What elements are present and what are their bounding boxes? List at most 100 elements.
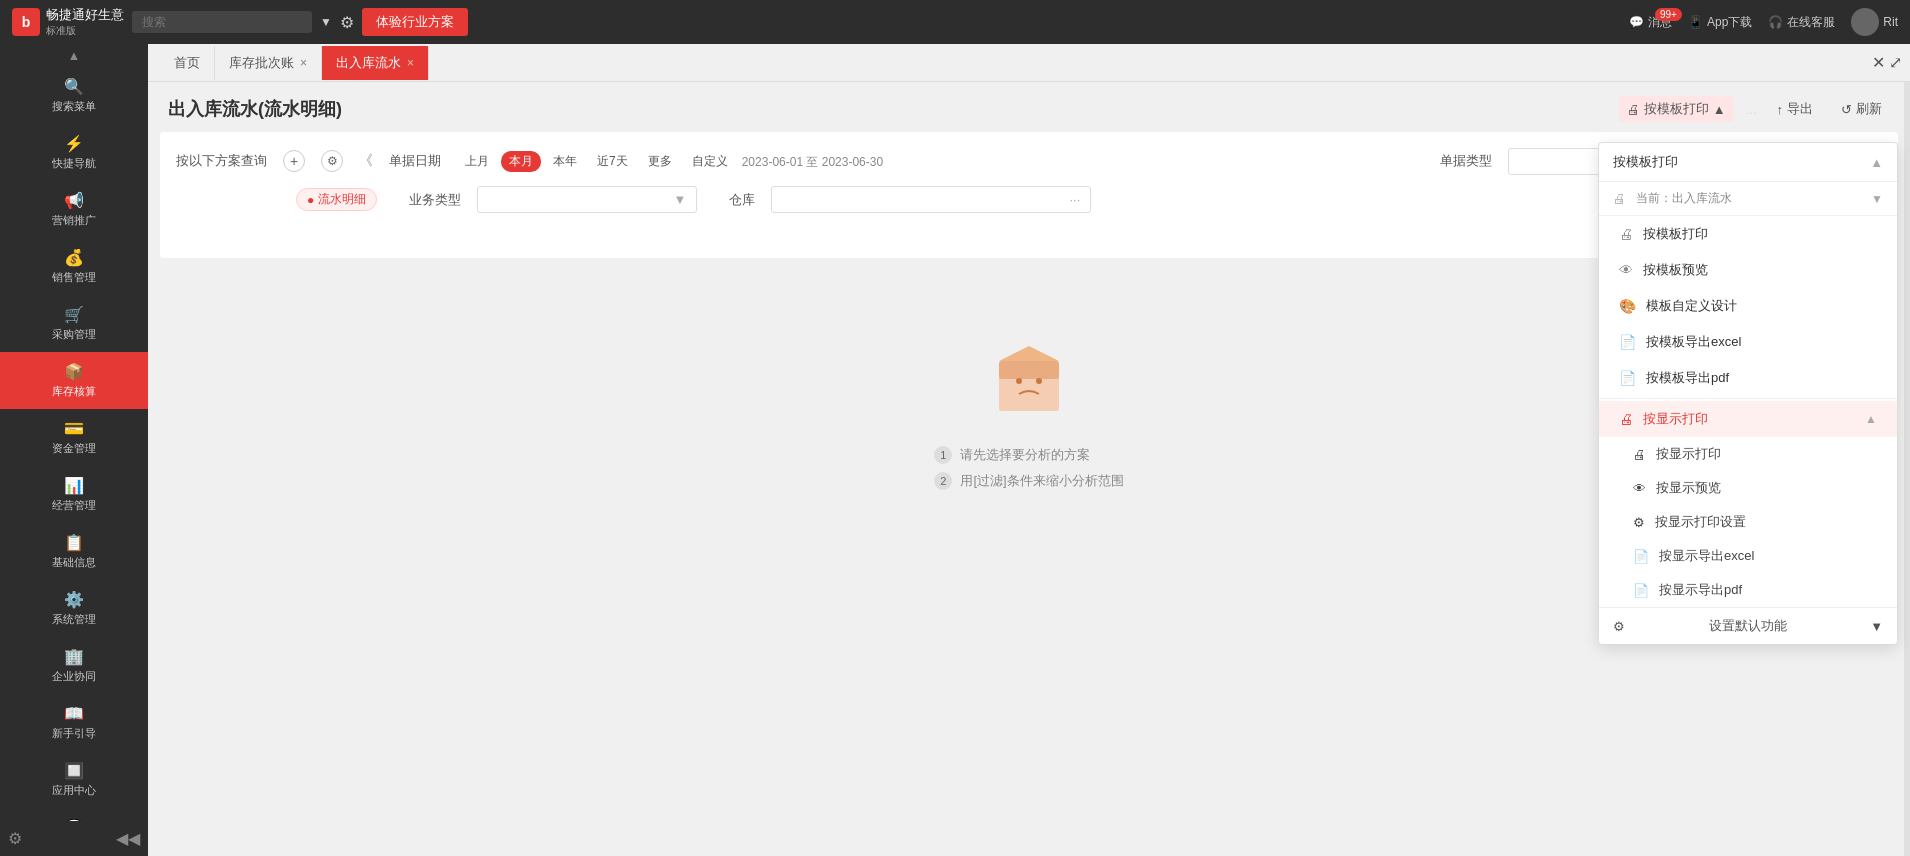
sidebar-label-operations: 经营管理: [52, 498, 96, 513]
dp-footer-chevron-icon: ▼: [1870, 619, 1883, 634]
sidebar-item-basic[interactable]: 📋 基础信息: [0, 523, 148, 580]
page-title: 出入库流水(流水明细): [168, 97, 342, 121]
sidebar-item-guide[interactable]: 📖 新手引导: [0, 694, 148, 751]
dp-sub-item-display-export-excel[interactable]: 📄 按显示导出excel: [1599, 539, 1897, 573]
sidebar-scroll-up[interactable]: ▲: [0, 44, 148, 67]
tab-inventory-batch[interactable]: 库存批次账 ×: [215, 46, 322, 80]
filter-tag-icon: ●: [307, 193, 314, 207]
svg-rect-1: [999, 361, 1059, 379]
tab-maximize-btn[interactable]: ⤢: [1889, 53, 1902, 72]
display-preview-icon: 👁: [1633, 481, 1646, 496]
dp-item-template-export-pdf-label: 按模板导出pdf: [1646, 369, 1729, 387]
app-download-btn[interactable]: 📱 App下载: [1688, 14, 1752, 31]
dp-item-display-print-group[interactable]: 🖨 按显示打印 ▲: [1599, 401, 1897, 437]
biz-type-arrow-icon: ▼: [673, 192, 686, 207]
sidebar-item-finance[interactable]: 💳 资金管理: [0, 409, 148, 466]
export-label: 导出: [1787, 100, 1813, 118]
tab-close-btn[interactable]: ✕: [1872, 53, 1885, 72]
purchase-icon: 🛒: [64, 305, 84, 324]
sidebar-item-system[interactable]: ⚙️ 系统管理: [0, 580, 148, 637]
dp-sub-item-display-print-settings[interactable]: ⚙ 按显示打印设置: [1599, 505, 1897, 539]
refresh-btn[interactable]: ↺ 刷新: [1833, 96, 1890, 122]
close-inventory-batch-icon[interactable]: ×: [300, 56, 307, 70]
active-filter-tag[interactable]: ● 流水明细: [296, 188, 377, 211]
dp-header-chevron-icon: ▲: [1870, 155, 1883, 170]
filter-add-btn[interactable]: +: [283, 150, 305, 172]
page-header: 出入库流水(流水明细) 🖨 按模板打印 ▲ ... ↑ 导出: [148, 82, 1910, 132]
dp-current-label: 当前：出入库流水: [1636, 190, 1732, 207]
top-bar-right: 💬 消息 99+ 📱 App下载 🎧 在线客服 Rit: [1629, 8, 1898, 36]
close-inout-flow-icon[interactable]: ×: [407, 56, 414, 70]
date-option-7days[interactable]: 近7天: [589, 151, 636, 172]
operations-icon: 📊: [64, 476, 84, 495]
inout-flow-tab-label: 出入库流水: [336, 54, 401, 72]
date-option-this-year[interactable]: 本年: [545, 151, 585, 172]
top-search-input[interactable]: [132, 11, 312, 33]
step-2-text: 用[过滤]条件来缩小分析范围: [960, 472, 1123, 490]
biz-type-dropdown[interactable]: ▼: [477, 186, 697, 213]
online-service-label: 在线客服: [1787, 14, 1835, 31]
quicknav-icon: ⚡: [64, 134, 84, 153]
message-btn[interactable]: 💬 消息 99+: [1629, 14, 1672, 31]
warehouse-dropdown[interactable]: ···: [771, 186, 1091, 213]
divider1: ...: [1746, 102, 1757, 117]
tab-bar: 首页 库存批次账 × 出入库流水 × ✕ ⤢: [148, 44, 1910, 82]
sidebar-item-quicknav[interactable]: ⚡ 快捷导航: [0, 124, 148, 181]
top-gear-btn[interactable]: ⚙: [340, 13, 354, 32]
sidebar-item-inventory[interactable]: 📦 库存核算: [0, 352, 148, 409]
dp-item-display-print-group-label: 按显示打印: [1643, 410, 1708, 428]
date-option-more[interactable]: 更多: [640, 151, 680, 172]
tab-inout-flow[interactable]: 出入库流水 ×: [322, 46, 429, 80]
date-option-this-month[interactable]: 本月: [501, 151, 541, 172]
step-2: 2 用[过滤]条件来缩小分析范围: [934, 472, 1123, 490]
print-template-btn[interactable]: 🖨 按模板打印 ▲: [1619, 96, 1734, 122]
dp-item-template-export-excel[interactable]: 📄 按模板导出excel: [1599, 324, 1897, 360]
date-options: 上月 本月 本年 近7天 更多 自定义: [457, 151, 736, 172]
dp-item-template-preview-label: 按模板预览: [1643, 261, 1708, 279]
sidebar-item-wechat[interactable]: 💬 企业微信: [0, 808, 148, 821]
svg-point-4: [1036, 378, 1042, 384]
sidebar-label-quicknav: 快捷导航: [52, 156, 96, 171]
dp-item-template-print[interactable]: 🖨 按模板打印: [1599, 216, 1897, 252]
dp-item-template-custom[interactable]: 🎨 模板自定义设计: [1599, 288, 1897, 324]
industry-solution-btn[interactable]: 体验行业方案: [362, 8, 468, 36]
sidebar-collapse-btn[interactable]: ◀◀: [116, 829, 140, 848]
gear-icon: ⚙: [1613, 619, 1625, 634]
printer-icon: 🖨: [1627, 102, 1640, 117]
dp-item-template-preview[interactable]: 👁 按模板预览: [1599, 252, 1897, 288]
sidebar-item-sales[interactable]: 💰 销售管理: [0, 238, 148, 295]
dp-sub-item-display-export-pdf[interactable]: 📄 按显示导出pdf: [1599, 573, 1897, 607]
tab-home[interactable]: 首页: [160, 46, 215, 80]
sidebar-item-marketing[interactable]: 📢 营销推广: [0, 181, 148, 238]
sidebar-item-appstore[interactable]: 🔲 应用中心: [0, 751, 148, 808]
date-option-custom[interactable]: 自定义: [684, 151, 736, 172]
date-range: 2023-06-01 至 2023-06-30: [742, 154, 883, 171]
user-area[interactable]: Rit: [1851, 8, 1898, 36]
right-scrollbar[interactable]: [1904, 82, 1910, 856]
date-option-last-month[interactable]: 上月: [457, 151, 497, 172]
dp-item-template-export-pdf[interactable]: 📄 按模板导出pdf: [1599, 360, 1897, 396]
dp-sub-item-display-print[interactable]: 🖨 按显示打印: [1599, 437, 1897, 471]
sidebar-item-purchase[interactable]: 🛒 采购管理: [0, 295, 148, 352]
step-2-num: 2: [934, 472, 952, 490]
dp-separator: [1599, 398, 1897, 399]
filter-setting-btn[interactable]: ⚙: [321, 150, 343, 172]
online-service-btn[interactable]: 🎧 在线客服: [1768, 14, 1835, 31]
search-dropdown-btn[interactable]: ▼: [320, 15, 332, 29]
dp-sub-item-display-print-label: 按显示打印: [1656, 445, 1721, 463]
sidebar-settings-btn[interactable]: ⚙: [8, 829, 22, 848]
guide-icon: 📖: [64, 704, 84, 723]
export-btn[interactable]: ↑ 导出: [1769, 96, 1822, 122]
dp-sub-item-display-preview[interactable]: 👁 按显示预览: [1599, 471, 1897, 505]
dp-sub-item-display-export-pdf-label: 按显示导出pdf: [1659, 581, 1742, 599]
sidebar-item-search[interactable]: 🔍 搜索菜单: [0, 67, 148, 124]
dp-current-chevron-icon: ▼: [1871, 192, 1883, 206]
sidebar-item-enterprise[interactable]: 🏢 企业协同: [0, 637, 148, 694]
content-area: 首页 库存批次账 × 出入库流水 × ✕ ⤢ 出入库流: [148, 44, 1910, 856]
dp-group-chevron-icon: ▲: [1865, 412, 1877, 426]
message-icon: 💬: [1629, 15, 1644, 29]
sidebar-item-operations[interactable]: 📊 经营管理: [0, 466, 148, 523]
dp-footer[interactable]: ⚙ 设置默认功能 ▼: [1599, 607, 1897, 644]
dp-current-item[interactable]: 🖨 当前：出入库流水 ▼: [1599, 182, 1897, 216]
filter-collapse-btn[interactable]: 《: [359, 152, 373, 170]
